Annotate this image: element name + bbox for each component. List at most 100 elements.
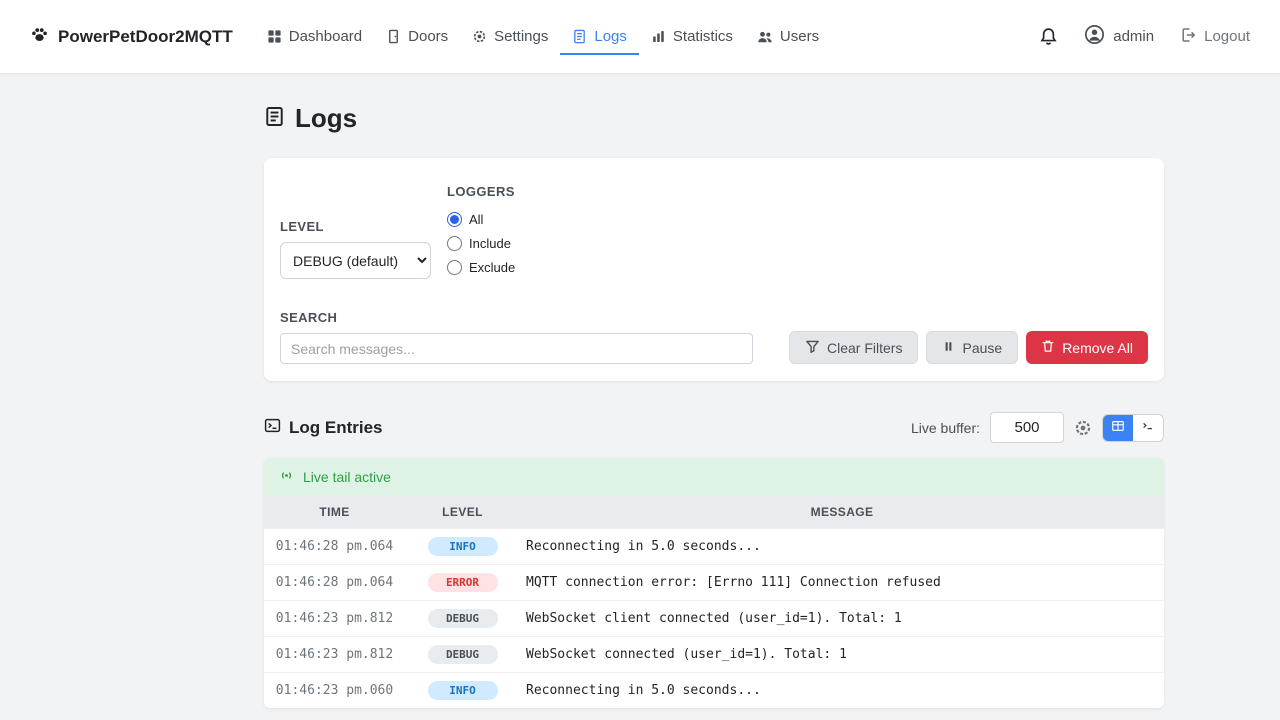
level-badge: DEBUG: [427, 609, 498, 628]
main-content: Logs LEVEL DEBUG (default) LOGGERS All I…: [264, 103, 1164, 708]
search-group: SEARCH: [280, 310, 753, 364]
log-entries-icon: [264, 417, 281, 439]
level-filter-group: LEVEL DEBUG (default): [280, 219, 431, 279]
app-brand: PowerPetDoor2MQTT: [30, 25, 233, 49]
log-message: Reconnecting in 5.0 seconds...: [520, 672, 1164, 708]
table-header-row: TIME LEVEL MESSAGE: [264, 496, 1164, 529]
filter-actions: Clear Filters Pause Remove All: [789, 331, 1148, 364]
level-badge: INFO: [427, 537, 498, 556]
paw-icon: [30, 25, 49, 49]
loggers-filter-group: LOGGERS All Include Exclude: [447, 184, 515, 279]
dashboard-icon: [267, 29, 282, 44]
terminal-view-toggle[interactable]: [1133, 414, 1163, 441]
nav-item-settings[interactable]: Settings: [460, 18, 560, 55]
gear-icon: [472, 29, 487, 44]
log-time: 01:46:28 pm.064: [264, 528, 405, 565]
nav-label: Logs: [594, 28, 627, 45]
pause-button[interactable]: Pause: [926, 331, 1019, 364]
log-entries-title: Log Entries: [264, 417, 383, 439]
logger-radio-all[interactable]: [447, 211, 462, 227]
log-entries-header: Log Entries Live buffer:: [264, 412, 1164, 443]
filters-card: LEVEL DEBUG (default) LOGGERS All Includ…: [264, 158, 1164, 381]
notifications-bell-icon[interactable]: [1039, 27, 1058, 46]
log-table: TIME LEVEL MESSAGE 01:46:28 pm.064 INFO …: [264, 496, 1164, 708]
logger-option-exclude[interactable]: Exclude: [447, 255, 515, 279]
main-nav: Dashboard Doors Settings Logs Statistics: [255, 18, 831, 55]
page-title: Logs: [295, 103, 358, 133]
live-buffer-label: Live buffer:: [910, 419, 980, 436]
log-message: WebSocket client connected (user_id=1). …: [520, 600, 1164, 637]
username: admin: [1113, 28, 1155, 45]
table-row: 01:46:23 pm.812 DEBUG WebSocket client c…: [264, 600, 1164, 637]
log-settings-gear-icon[interactable]: [1074, 419, 1092, 437]
search-input[interactable]: [280, 333, 753, 364]
logger-option-label: Exclude: [469, 259, 516, 275]
navbar-right: admin Logout: [1039, 24, 1250, 49]
clear-filters-label: Clear Filters: [827, 339, 903, 356]
nav-label: Users: [779, 28, 820, 45]
log-message: WebSocket connected (user_id=1). Total: …: [520, 636, 1164, 673]
table-row: 01:46:23 pm.812 DEBUG WebSocket connecte…: [264, 636, 1164, 673]
nav-item-users[interactable]: Users: [745, 18, 831, 55]
log-controls: Live buffer:: [911, 412, 1164, 443]
filter-icon: [805, 339, 820, 357]
nav-item-logs[interactable]: Logs: [560, 18, 639, 55]
nav-label: Settings: [494, 28, 549, 45]
pause-label: Pause: [962, 339, 1003, 356]
nav-label: Doors: [408, 28, 449, 45]
nav-item-statistics[interactable]: Statistics: [639, 18, 745, 55]
remove-all-label: Remove All: [1062, 339, 1133, 356]
journal-icon: [572, 29, 587, 44]
table-view-toggle[interactable]: [1103, 414, 1133, 441]
table-row: 01:46:28 pm.064 ERROR MQTT connection er…: [264, 564, 1164, 601]
bar-chart-icon: [651, 29, 666, 44]
level-badge: ERROR: [427, 573, 498, 592]
log-time: 01:46:23 pm.812: [264, 636, 405, 673]
users-icon: [757, 29, 773, 45]
view-toggle-group: [1102, 413, 1164, 442]
log-message: MQTT connection error: [Errno 111] Conne…: [520, 564, 1164, 601]
col-header-level: LEVEL: [405, 496, 520, 529]
nav-label: Dashboard: [288, 28, 363, 45]
log-message: Reconnecting in 5.0 seconds...: [520, 528, 1164, 565]
logout-button[interactable]: Logout: [1180, 27, 1250, 47]
search-label: SEARCH: [280, 310, 338, 325]
clear-filters-button[interactable]: Clear Filters: [789, 331, 919, 364]
live-tail-text: Live tail active: [303, 469, 391, 485]
remove-all-button[interactable]: Remove All: [1026, 331, 1148, 364]
level-badge: INFO: [427, 681, 498, 700]
table-row: 01:46:28 pm.064 INFO Reconnecting in 5.0…: [264, 528, 1164, 565]
log-time: 01:46:23 pm.060: [264, 672, 405, 708]
trash-icon: [1041, 339, 1055, 356]
logout-icon: [1180, 27, 1196, 47]
level-badge: DEBUG: [427, 645, 498, 664]
live-buffer-input[interactable]: [990, 412, 1064, 443]
logger-option-include[interactable]: Include: [447, 231, 515, 255]
person-circle-icon: [1084, 24, 1105, 49]
nav-item-doors[interactable]: Doors: [374, 18, 460, 55]
broadcast-icon: [279, 468, 294, 486]
page-header: Logs: [264, 103, 1164, 134]
level-label: LEVEL: [280, 219, 324, 234]
logger-radio-exclude[interactable]: [447, 259, 462, 275]
col-header-time: TIME: [264, 496, 405, 529]
loggers-label: LOGGERS: [447, 184, 515, 199]
app-title: PowerPetDoor2MQTT: [58, 26, 233, 46]
table-icon: [1111, 419, 1125, 436]
nav-label: Statistics: [672, 28, 733, 45]
col-header-message: MESSAGE: [520, 496, 1164, 529]
logger-option-all[interactable]: All: [447, 207, 515, 231]
log-entries-card: Live tail active TIME LEVEL MESSAGE 01:4…: [264, 458, 1164, 708]
logger-radio-include[interactable]: [447, 235, 462, 251]
user-menu[interactable]: admin: [1084, 24, 1154, 49]
table-row: 01:46:23 pm.060 INFO Reconnecting in 5.0…: [264, 672, 1164, 708]
logger-option-label: Include: [469, 235, 511, 251]
pause-icon: [942, 340, 955, 356]
journal-title-icon: [264, 106, 285, 132]
terminal-icon: [1141, 419, 1155, 436]
level-select[interactable]: DEBUG (default): [280, 242, 431, 279]
log-time: 01:46:23 pm.812: [264, 600, 405, 637]
live-tail-banner: Live tail active: [264, 458, 1164, 496]
nav-item-dashboard[interactable]: Dashboard: [255, 18, 374, 55]
logger-option-label: All: [469, 211, 484, 227]
